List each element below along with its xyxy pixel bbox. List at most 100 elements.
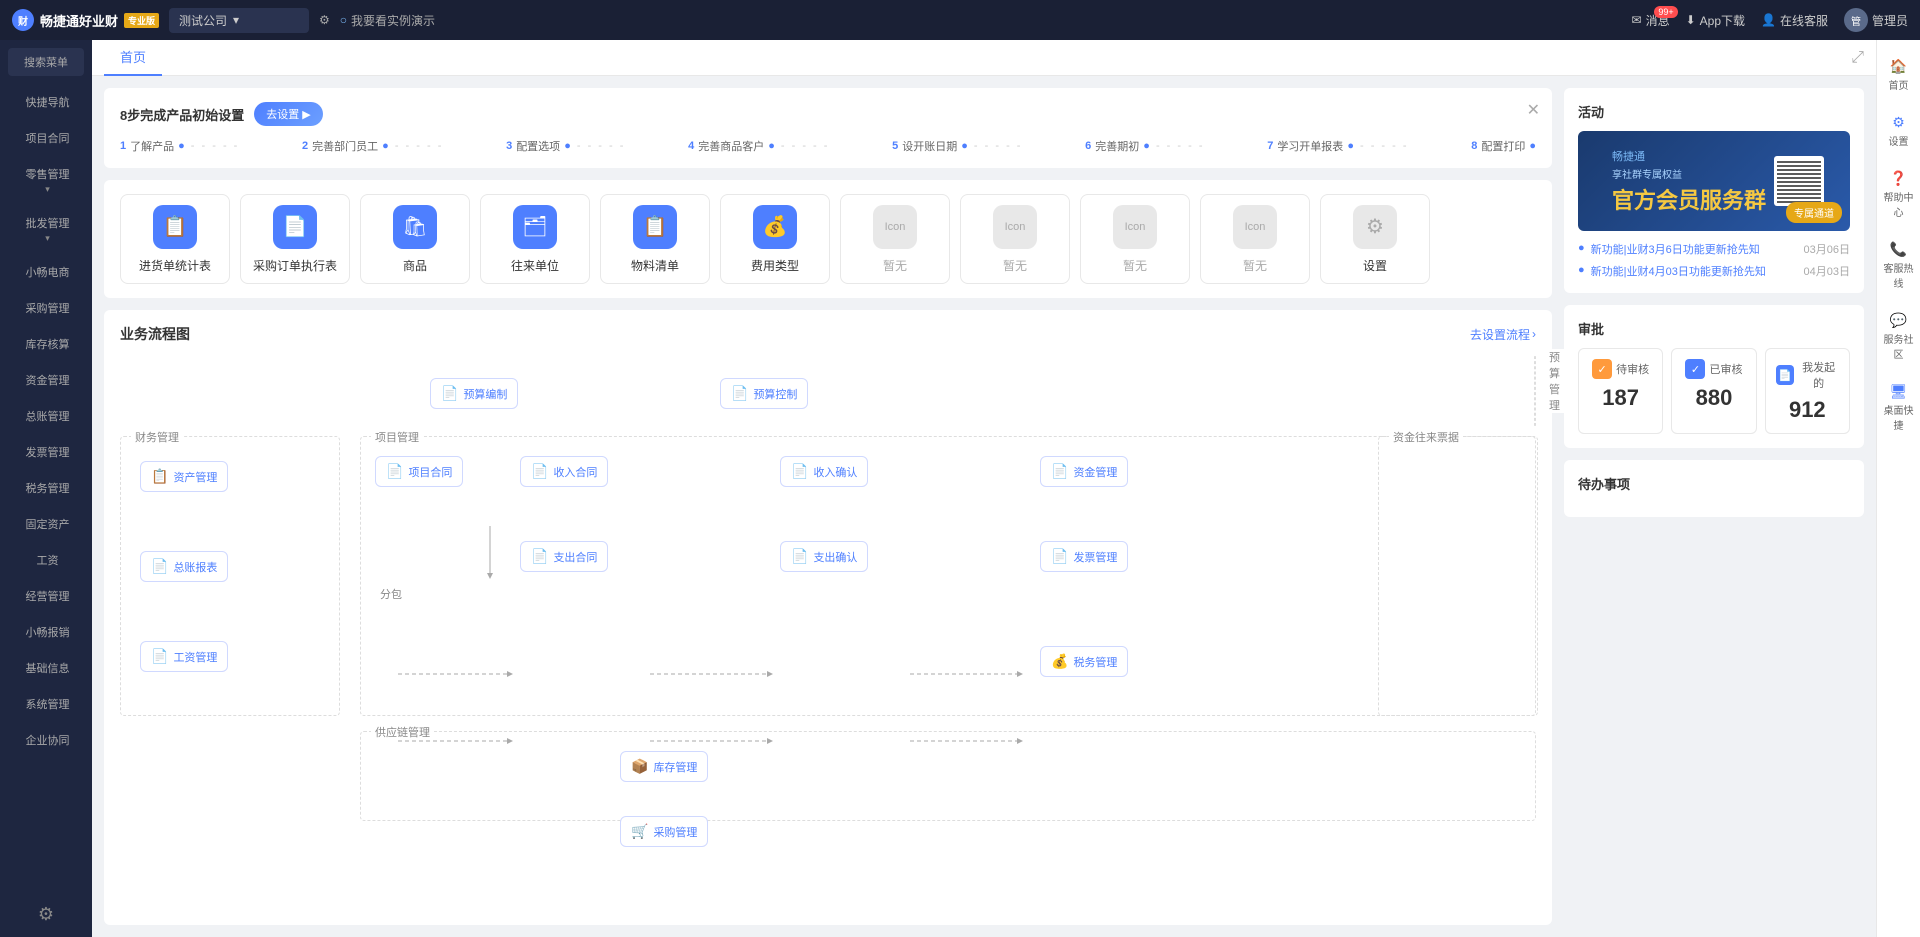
setup-step-1[interactable]: 1 了解产品 ● bbox=[120, 138, 185, 154]
quick-item-expense-type[interactable]: 💰 费用类型 bbox=[720, 194, 830, 284]
initiated-icon: 📄 bbox=[1776, 365, 1795, 385]
capital-mgmt-node[interactable]: 📄 资金管理 bbox=[1040, 456, 1128, 487]
right-nav-community[interactable]: 💬 服务社区 bbox=[1877, 302, 1920, 371]
sidebar-label-invoice: 发票管理 bbox=[26, 444, 70, 460]
quick-item-partner[interactable]: 🗂 往来单位 bbox=[480, 194, 590, 284]
sidebar-item-wholesale[interactable]: 批发管理 ▾ bbox=[0, 205, 92, 254]
messages-button[interactable]: ✉ 消息 99+ bbox=[1632, 12, 1670, 29]
right-nav-settings[interactable]: ⚙ 设置 bbox=[1877, 104, 1920, 158]
sidebar-item-basic[interactable]: 基础信息 bbox=[0, 650, 92, 686]
tab-expand-button[interactable]: ⤢ bbox=[1851, 49, 1864, 67]
approval-approved[interactable]: ✓ 已审核 880 bbox=[1671, 348, 1756, 434]
partner-label: 往来单位 bbox=[511, 257, 559, 274]
setup-step-8[interactable]: 8 配置打印 ● bbox=[1471, 138, 1536, 154]
sidebar-item-finance[interactable]: 资金管理 bbox=[0, 362, 92, 398]
expense-contract-node[interactable]: 📄 支出合同 bbox=[520, 541, 608, 572]
inventory-mgmt-node[interactable]: 📦 库存管理 bbox=[620, 751, 708, 782]
asset-mgmt-node[interactable]: 📋 资产管理 bbox=[140, 461, 228, 492]
setup-go-button[interactable]: 去设置 ▶ bbox=[254, 102, 322, 126]
budget-compile-node[interactable]: 📄 预算编制 bbox=[430, 378, 518, 409]
placeholder2-icon: Icon bbox=[993, 205, 1037, 249]
sidebar-item-expense[interactable]: 小畅报销 bbox=[0, 614, 92, 650]
bom-icon: 📋 bbox=[633, 205, 677, 249]
inventory-mgmt-label: 库存管理 bbox=[653, 759, 697, 775]
approval-card: 审批 ✓ 待审核 187 ✓ 已审核 bbox=[1564, 305, 1864, 448]
demo-link[interactable]: ○ 我要看实例演示 bbox=[340, 12, 435, 29]
qr-pattern bbox=[1777, 159, 1821, 203]
sidebar-item-invoice[interactable]: 发票管理 bbox=[0, 434, 92, 470]
online-service-button[interactable]: 👤 在线客服 bbox=[1761, 12, 1828, 29]
sidebar-item-quick-nav[interactable]: 快捷导航 bbox=[0, 84, 92, 120]
sidebar-item-fixed-assets[interactable]: 固定资产 bbox=[0, 506, 92, 542]
salary-mgmt-node[interactable]: 📄 工资管理 bbox=[140, 641, 228, 672]
sidebar-item-inventory[interactable]: 库存核算 bbox=[0, 326, 92, 362]
right-nav-desktop[interactable]: 🖥 桌面快捷 bbox=[1877, 373, 1920, 442]
sidebar-item-ops[interactable]: 经营管理 bbox=[0, 578, 92, 614]
initiated-count: 912 bbox=[1776, 397, 1839, 423]
sidebar-item-purchase[interactable]: 采购管理 bbox=[0, 290, 92, 326]
topbar-settings-icon[interactable]: ⚙ bbox=[319, 13, 330, 27]
sidebar-item-ledger[interactable]: 总账管理 bbox=[0, 398, 92, 434]
sidebar-item-project-contract[interactable]: 项目合同 bbox=[0, 120, 92, 156]
quick-item-settings[interactable]: ⚙ 设置 bbox=[1320, 194, 1430, 284]
setup-header: 8步完成产品初始设置 去设置 ▶ bbox=[120, 102, 1536, 126]
income-confirm-node[interactable]: 📄 收入确认 bbox=[780, 456, 868, 487]
search-menu-button[interactable]: 搜索菜单 bbox=[8, 48, 84, 76]
app-download-label: App下载 bbox=[1700, 12, 1745, 29]
invoice-mgmt-node[interactable]: 📄 发票管理 bbox=[1040, 541, 1128, 572]
setup-step-5[interactable]: 5 设开账日期 ● bbox=[892, 138, 968, 154]
company-selector[interactable]: 测试公司 ▾ bbox=[169, 8, 309, 33]
quick-item-placeholder4[interactable]: Icon 暂无 bbox=[1200, 194, 1310, 284]
sidebar-item-retail[interactable]: 零售管理 ▾ bbox=[0, 156, 92, 205]
expense-contract-label: 支出合同 bbox=[553, 549, 597, 565]
quick-item-goods[interactable]: 🛍 商品 bbox=[360, 194, 470, 284]
news-item-1[interactable]: ● 新功能|业财3月6日功能更新抢先知 03月06日 bbox=[1578, 241, 1850, 257]
right-nav-service[interactable]: 📞 客服热线 bbox=[1877, 231, 1920, 300]
quick-item-placeholder1[interactable]: Icon 暂无 bbox=[840, 194, 950, 284]
setup-close-button[interactable]: ✕ bbox=[1527, 100, 1540, 120]
online-service-label: 在线客服 bbox=[1780, 12, 1828, 29]
flow-settings-link[interactable]: 去设置流程 › bbox=[1470, 326, 1536, 343]
purchase-mgmt-node[interactable]: 🛒 采购管理 bbox=[620, 816, 708, 847]
quick-item-placeholder2[interactable]: Icon 暂无 bbox=[960, 194, 1070, 284]
step-label-4: 完善商品客户 bbox=[698, 138, 764, 154]
setup-step-2[interactable]: 2 完善部门员工 ● bbox=[302, 138, 389, 154]
quick-item-purchase-order[interactable]: 📄 采购订单执行表 bbox=[240, 194, 350, 284]
sidebar-label-salary: 工资 bbox=[37, 552, 59, 568]
right-nav-help[interactable]: ❓ 帮助中心 bbox=[1877, 160, 1920, 229]
sidebar-item-enterprise[interactable]: 企业协同 bbox=[0, 722, 92, 758]
step-num-7: 7 bbox=[1267, 140, 1273, 152]
expense-confirm-node[interactable]: 📄 支出确认 bbox=[780, 541, 868, 572]
tab-home[interactable]: 首页 bbox=[104, 40, 162, 76]
setup-step-7[interactable]: 7 学习开单报表 ● bbox=[1267, 138, 1354, 154]
budget-control-node[interactable]: 📄 预算控制 bbox=[720, 378, 808, 409]
banner-cta-button[interactable]: 专属通道 bbox=[1786, 202, 1842, 223]
sidebar-item-tax[interactable]: 税务管理 bbox=[0, 470, 92, 506]
quick-item-bom[interactable]: 📋 物料清单 bbox=[600, 194, 710, 284]
sidebar-item-system[interactable]: 系统管理 bbox=[0, 686, 92, 722]
setup-step-4[interactable]: 4 完善商品客户 ● bbox=[688, 138, 775, 154]
expense-type-icon: 💰 bbox=[753, 205, 797, 249]
tax-mgmt-node[interactable]: 💰 税务管理 bbox=[1040, 646, 1128, 677]
quick-item-stock-report[interactable]: 📋 进货单统计表 bbox=[120, 194, 230, 284]
approval-pending[interactable]: ✓ 待审核 187 bbox=[1578, 348, 1663, 434]
sidebar-settings-button[interactable]: ⚙ bbox=[0, 892, 92, 937]
income-contract-node[interactable]: 📄 收入合同 bbox=[520, 456, 608, 487]
news-item-2[interactable]: ● 新功能|业财4月03日功能更新抢先知 04月03日 bbox=[1578, 263, 1850, 279]
initiated-label: 我发起的 bbox=[1798, 359, 1839, 391]
page-content: 8步完成产品初始设置 去设置 ▶ 1 了解产品 ● - - - - - bbox=[92, 76, 1876, 937]
ledger-report-node[interactable]: 📄 总账报表 bbox=[140, 551, 228, 582]
project-contract-node[interactable]: 📄 项目合同 bbox=[375, 456, 463, 487]
app-download-button[interactable]: ⬇ App下载 bbox=[1686, 12, 1745, 29]
user-menu[interactable]: 管 管理员 bbox=[1844, 8, 1908, 32]
approval-initiated[interactable]: 📄 我发起的 912 bbox=[1765, 348, 1850, 434]
company-name: 测试公司 bbox=[179, 12, 227, 29]
setup-step-3[interactable]: 3 配置选项 ● bbox=[506, 138, 571, 154]
right-nav-home[interactable]: 🏠 首页 bbox=[1877, 48, 1920, 102]
sidebar-item-salary[interactable]: 工资 bbox=[0, 542, 92, 578]
sidebar-item-ecommerce[interactable]: 小畅电商 bbox=[0, 254, 92, 290]
topbar-right: ✉ 消息 99+ ⬇ App下载 👤 在线客服 管 管理员 bbox=[1632, 8, 1908, 32]
quick-item-placeholder3[interactable]: Icon 暂无 bbox=[1080, 194, 1190, 284]
approved-count: 880 bbox=[1682, 385, 1745, 411]
setup-step-6[interactable]: 6 完善期初 ● bbox=[1085, 138, 1150, 154]
